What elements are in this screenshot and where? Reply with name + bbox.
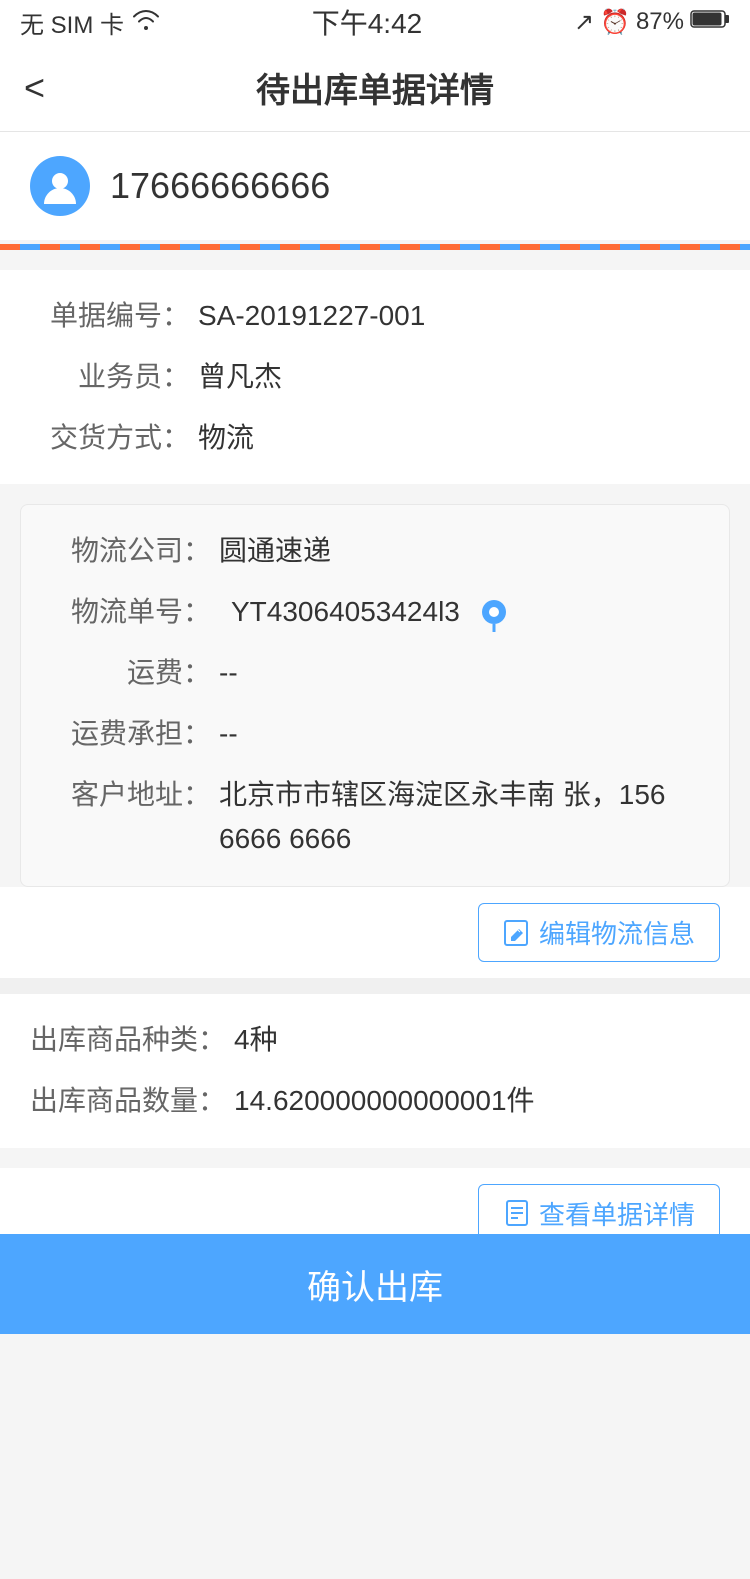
address-label: 客户地址： <box>51 773 211 818</box>
dashed-divider <box>0 244 750 250</box>
confirm-button-label: 确认出库 <box>307 1260 443 1309</box>
battery-text: 87% <box>636 8 684 36</box>
view-details-label: 查看单据详情 <box>539 1195 695 1232</box>
order-info-section: 单据编号： SA-20191227-001 业务员： 曾凡杰 交货方式： 物流 <box>0 270 750 484</box>
page-title: 待出库单据详情 <box>256 63 494 112</box>
address-row: 客户地址： 北京市市辖区海淀区永丰南 张，156 6666 6666 <box>51 773 699 863</box>
goods-type-row: 出库商品种类： 4种 <box>30 1018 720 1063</box>
delivery-method-row: 交货方式： 物流 <box>30 416 720 461</box>
battery-icon <box>690 8 730 36</box>
document-icon <box>503 1199 531 1227</box>
carrier-text: 无 SIM 卡 <box>20 5 124 40</box>
location-status-icon: ↗ <box>574 8 594 37</box>
edit-logistics-area: 编辑物流信息 <box>0 887 750 978</box>
goods-quantity-row: 出库商品数量： 14.620000000000001件 <box>30 1079 720 1124</box>
logistics-company-value: 圆通速递 <box>211 529 699 574</box>
freight-label: 运费： <box>51 651 211 696</box>
goods-type-label: 出库商品种类： <box>30 1018 226 1063</box>
logistics-card: 物流公司： 圆通速递 物流单号： YT43064053424l3 运费： -- … <box>20 504 730 887</box>
nav-bar: < 待出库单据详情 <box>0 44 750 132</box>
status-time: 下午4:42 <box>312 2 423 42</box>
order-no-row: 单据编号： SA-20191227-001 <box>30 294 720 339</box>
edit-icon <box>503 919 531 947</box>
sales-person-label: 业务员： <box>30 355 190 400</box>
status-left: 无 SIM 卡 <box>20 5 160 40</box>
tracking-no-row: 物流单号： YT43064053424l3 <box>51 590 699 635</box>
confirm-button[interactable]: 确认出库 <box>0 1234 750 1334</box>
goods-type-value: 4种 <box>226 1018 720 1063</box>
goods-quantity-value: 14.620000000000001件 <box>226 1079 720 1124</box>
goods-section: 出库商品种类： 4种 出库商品数量： 14.620000000000001件 <box>0 994 750 1148</box>
order-no-label: 单据编号： <box>30 294 190 339</box>
goods-quantity-label: 出库商品数量： <box>30 1079 226 1124</box>
logistics-company-label: 物流公司： <box>51 529 211 574</box>
sales-person-row: 业务员： 曾凡杰 <box>30 355 720 400</box>
address-value: 北京市市辖区海淀区永丰南 张，156 6666 6666 <box>211 773 699 863</box>
status-right: ↗ ⏰ 87% <box>574 8 730 37</box>
back-button[interactable]: < <box>24 67 45 109</box>
edit-logistics-label: 编辑物流信息 <box>539 914 695 951</box>
page-content: 17666666666 单据编号： SA-20191227-001 业务员： 曾… <box>0 132 750 1579</box>
order-no-value: SA-20191227-001 <box>190 294 720 339</box>
section-divider <box>0 978 750 994</box>
wifi-icon <box>132 8 160 37</box>
freight-bearer-value: -- <box>211 712 699 757</box>
freight-bearer-label: 运费承担： <box>51 712 211 757</box>
edit-logistics-button[interactable]: 编辑物流信息 <box>478 903 720 962</box>
tracking-no-value: YT43064053424l3 <box>223 590 699 635</box>
freight-bearer-row: 运费承担： -- <box>51 712 699 757</box>
freight-row: 运费： -- <box>51 651 699 696</box>
status-bar: 无 SIM 卡 下午4:42 ↗ ⏰ 87% <box>0 0 750 44</box>
avatar <box>30 156 90 216</box>
customer-phone: 17666666666 <box>110 165 330 207</box>
freight-value: -- <box>211 651 699 696</box>
alarm-icon: ⏰ <box>600 8 630 37</box>
customer-card: 17666666666 <box>0 132 750 240</box>
sales-person-value: 曾凡杰 <box>190 355 720 400</box>
delivery-method-value: 物流 <box>190 416 720 461</box>
tracking-no-label: 物流单号： <box>51 590 211 635</box>
logistics-company-row: 物流公司： 圆通速递 <box>51 529 699 574</box>
delivery-method-label: 交货方式： <box>30 416 190 461</box>
